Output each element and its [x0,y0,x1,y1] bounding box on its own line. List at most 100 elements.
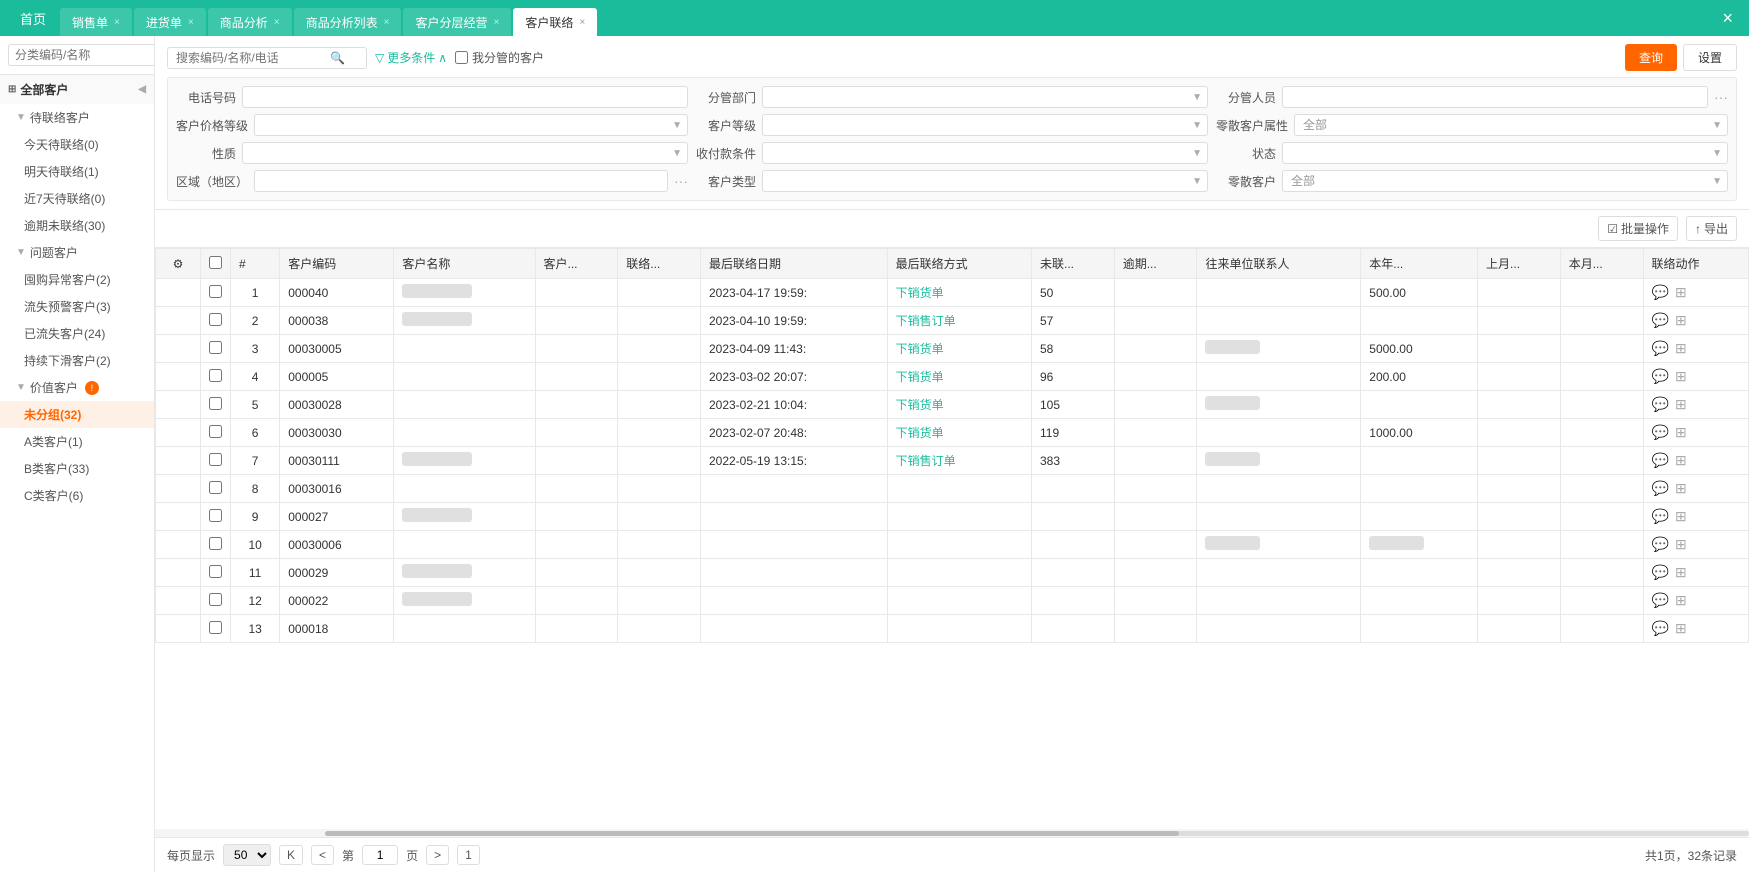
filter-search-input[interactable] [176,51,326,65]
row-actions[interactable]: 💬⊞ [1643,559,1749,587]
close-product-analysis-list-tab[interactable]: × [384,17,390,28]
grid-action-icon[interactable]: ⊞ [1675,564,1687,581]
row-last-method[interactable] [887,503,1031,531]
message-icon[interactable]: 💬 [1652,396,1669,413]
sidebar-item-c-class[interactable]: C类客户(6) [0,482,154,509]
grid-action-icon[interactable]: ⊞ [1675,480,1687,497]
row-last-method[interactable]: 下销货单 [887,335,1031,363]
my-customers-checkbox[interactable] [455,51,468,64]
close-product-analysis-tab[interactable]: × [274,17,280,28]
row-gear[interactable] [156,587,201,615]
grid-action-icon[interactable]: ⊞ [1675,620,1687,637]
horizontal-scrollbar-thumb[interactable] [325,831,1179,836]
retail-customer-select[interactable]: 全部 [1282,170,1728,192]
row-gear[interactable] [156,531,201,559]
row-checkbox[interactable] [201,307,231,335]
row-select-checkbox[interactable] [209,313,222,326]
message-icon[interactable]: 💬 [1652,620,1669,637]
close-customer-contact-tab[interactable]: × [579,17,585,28]
sidebar-item-ungroups[interactable]: 未分组(32) [0,401,154,428]
reset-button[interactable]: 设置 [1683,44,1737,71]
row-method-link[interactable]: 下销售订单 [896,314,956,328]
row-select-checkbox[interactable] [209,397,222,410]
filter-search-icon[interactable]: 🔍 [330,51,345,65]
row-last-method[interactable]: 下销售订单 [887,447,1031,475]
phone-input[interactable] [242,86,688,108]
prev-page-btn[interactable]: < [311,845,334,865]
row-gear[interactable] [156,447,201,475]
batch-operations-btn[interactable]: ☑ 批量操作 [1598,216,1678,241]
row-method-link[interactable]: 下销售订单 [896,454,956,468]
row-method-link[interactable]: 下销货单 [896,370,944,384]
more-conditions-btn[interactable]: ▽ 更多条件 ∧ [375,49,447,66]
customer-type-select[interactable] [762,170,1208,192]
my-customers-filter[interactable]: 我分管的客户 [455,49,544,66]
message-icon[interactable]: 💬 [1652,536,1669,553]
message-icon[interactable]: 💬 [1652,284,1669,301]
grid-action-icon[interactable]: ⊞ [1675,312,1687,329]
tab-sales[interactable]: 销售单 × [60,8,132,36]
row-last-method[interactable]: 下销售订单 [887,307,1031,335]
row-gear[interactable] [156,503,201,531]
close-sales-tab[interactable]: × [114,17,120,28]
sidebar-item-tomorrow[interactable]: 明天待联络(1) [0,158,154,185]
grid-action-icon[interactable]: ⊞ [1675,368,1687,385]
first-page-btn[interactable]: K [279,845,303,865]
message-icon[interactable]: 💬 [1652,424,1669,441]
manager-input[interactable] [1282,86,1708,108]
retail-attr-select[interactable]: 全部 [1294,114,1728,136]
problem-group-label[interactable]: ▼ 问题客户 [0,239,154,266]
row-select-checkbox[interactable] [209,565,222,578]
row-select-checkbox[interactable] [209,537,222,550]
row-select-checkbox[interactable] [209,369,222,382]
row-gear[interactable] [156,363,201,391]
row-actions[interactable]: 💬⊞ [1643,587,1749,615]
select-all-checkbox[interactable] [209,256,222,269]
row-actions[interactable]: 💬⊞ [1643,447,1749,475]
row-checkbox[interactable] [201,335,231,363]
search-button[interactable]: 查询 [1625,44,1677,71]
sidebar-item-b-class[interactable]: B类客户(33) [0,455,154,482]
grid-action-icon[interactable]: ⊞ [1675,592,1687,609]
home-tab[interactable]: 首页 [8,0,58,36]
row-last-method[interactable] [887,559,1031,587]
page-size-select[interactable]: 50 [223,844,271,866]
sidebar-item-churn-warning[interactable]: 流失预警客户(3) [0,293,154,320]
row-last-method[interactable] [887,615,1031,643]
grid-action-icon[interactable]: ⊞ [1675,424,1687,441]
row-gear[interactable] [156,335,201,363]
row-actions[interactable]: 💬⊞ [1643,475,1749,503]
department-select[interactable] [762,86,1208,108]
row-checkbox[interactable] [201,447,231,475]
row-gear[interactable] [156,391,201,419]
row-select-checkbox[interactable] [209,341,222,354]
row-select-checkbox[interactable] [209,509,222,522]
row-checkbox[interactable] [201,419,231,447]
close-purchase-tab[interactable]: × [188,17,194,28]
grid-action-icon[interactable]: ⊞ [1675,508,1687,525]
row-last-method[interactable]: 下销货单 [887,419,1031,447]
last-page-btn[interactable]: 1 [457,845,480,865]
payment-select[interactable] [762,142,1208,164]
tab-purchase[interactable]: 进货单 × [134,8,206,36]
page-input[interactable] [362,845,398,865]
manager-dots[interactable]: ··· [1714,89,1728,105]
export-btn[interactable]: ↑ 导出 [1686,216,1737,241]
tab-product-analysis-list[interactable]: 商品分析列表 × [294,8,402,36]
grid-action-icon[interactable]: ⊞ [1675,284,1687,301]
row-select-checkbox[interactable] [209,453,222,466]
row-checkbox[interactable] [201,559,231,587]
row-gear[interactable] [156,615,201,643]
row-gear[interactable] [156,419,201,447]
row-actions[interactable]: 💬⊞ [1643,279,1749,307]
customer-level-select[interactable] [762,114,1208,136]
row-method-link[interactable]: 下销货单 [896,426,944,440]
message-icon[interactable]: 💬 [1652,340,1669,357]
row-select-checkbox[interactable] [209,285,222,298]
sidebar-item-a-class[interactable]: A类客户(1) [0,428,154,455]
row-checkbox[interactable] [201,391,231,419]
sidebar-search-input[interactable] [8,44,155,66]
message-icon[interactable]: 💬 [1652,508,1669,525]
row-gear[interactable] [156,475,201,503]
row-select-checkbox[interactable] [209,593,222,606]
